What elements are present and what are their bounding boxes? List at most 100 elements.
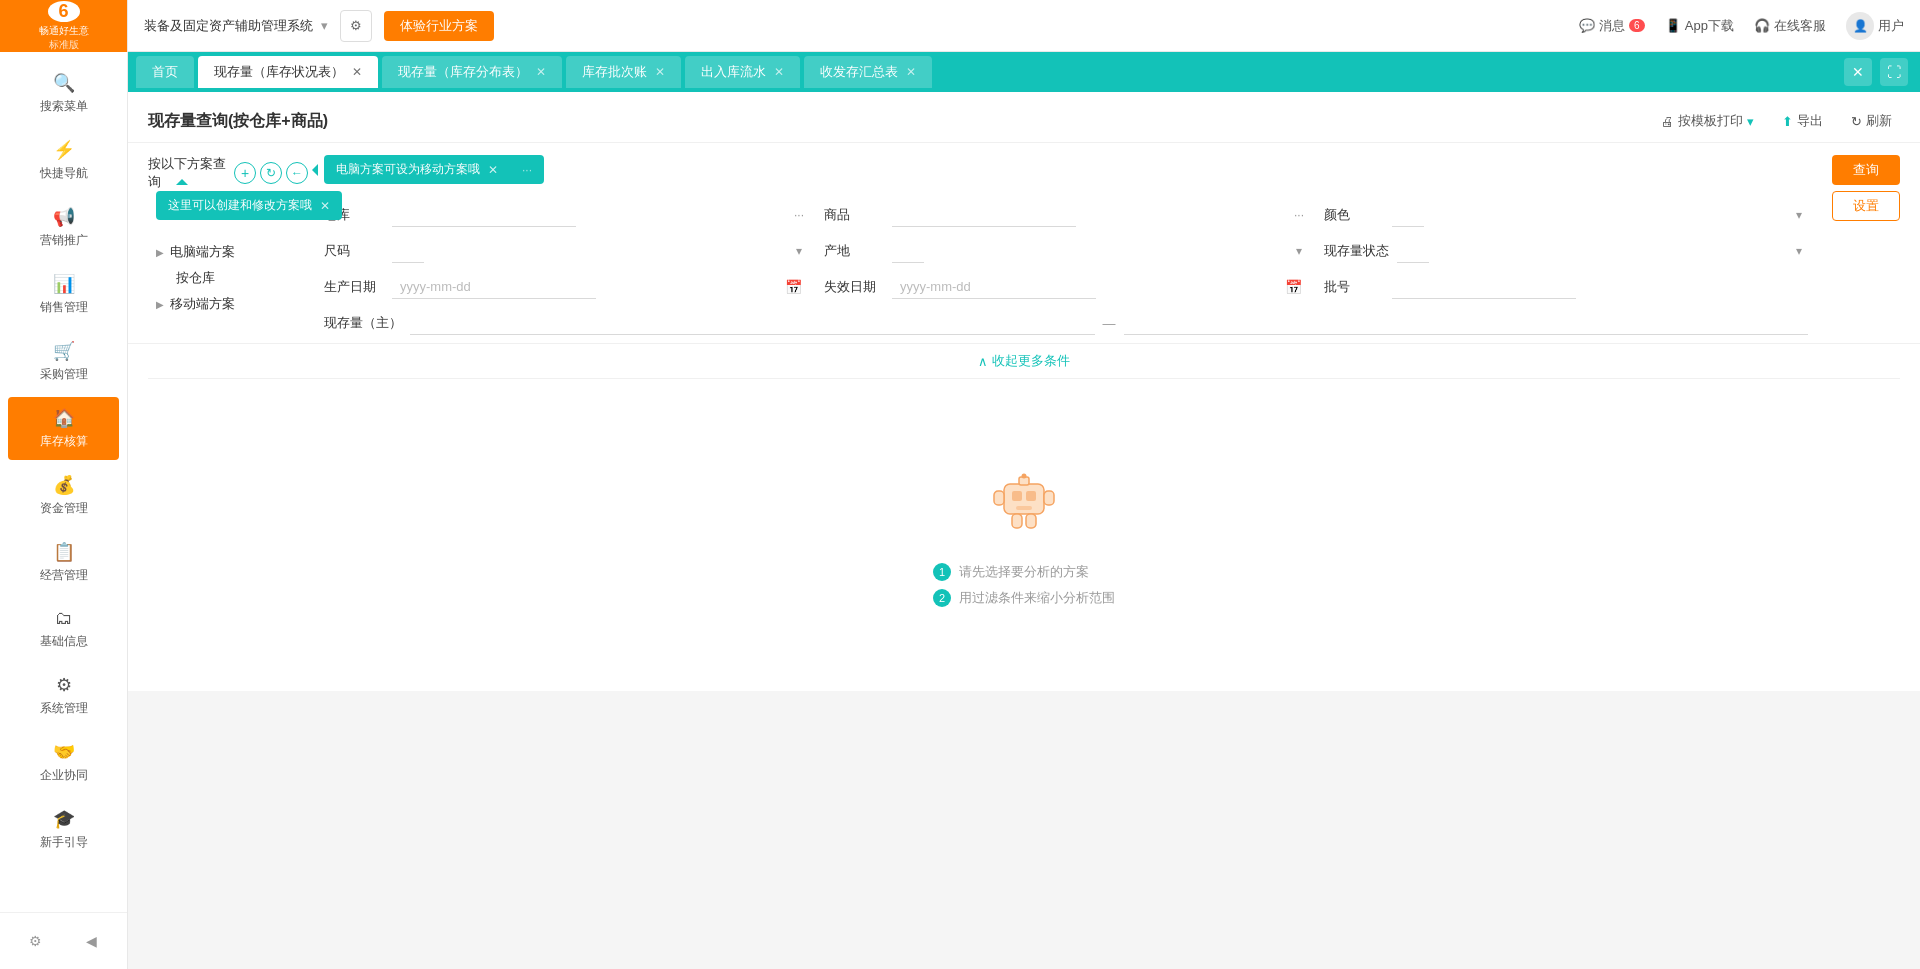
stock-status-select-wrap [1397, 239, 1808, 263]
export-btn[interactable]: ⬆ 导出 [1774, 108, 1831, 134]
scheme-pc[interactable]: ▶ 电脑端方案 [148, 239, 308, 265]
print-dropdown-icon: ▾ [1747, 114, 1754, 129]
warehouse-input[interactable] [392, 203, 576, 227]
settings-bottom-btn[interactable]: ⚙ [20, 925, 52, 957]
close-tab-inout[interactable]: ✕ [774, 65, 784, 79]
sidebar-item-sales[interactable]: 📊 销售管理 [8, 263, 119, 326]
tab-batch[interactable]: 库存批次账 ✕ [566, 56, 681, 88]
scheme-pc-children: 按仓库 [148, 265, 308, 291]
origin-select[interactable] [892, 239, 924, 263]
batch-input-wrap [1392, 275, 1808, 299]
svg-rect-7 [1044, 491, 1054, 505]
sidebar-item-purchase[interactable]: 🛒 采购管理 [8, 330, 119, 393]
sidebar-item-finance[interactable]: 💰 资金管理 [8, 464, 119, 527]
stock-main-dash: — [1103, 316, 1116, 331]
batch-input[interactable] [1392, 275, 1576, 299]
tab-inout-label: 出入库流水 [701, 63, 766, 81]
print-btn[interactable]: 🖨 按模板打印 ▾ [1653, 108, 1762, 134]
exp-date-input[interactable] [892, 275, 1096, 299]
prod-date-input[interactable] [392, 275, 596, 299]
add-scheme-btn[interactable]: + [234, 162, 256, 184]
search-btn[interactable]: 查询 [1832, 155, 1900, 185]
online-support-btn[interactable]: 🎧 在线客服 [1754, 17, 1826, 35]
reset-btn[interactable]: 设置 [1832, 191, 1900, 221]
empty-tip-1-text: 请先选择要分析的方案 [959, 559, 1089, 585]
sidebar-item-search-label: 搜索菜单 [40, 98, 88, 115]
stock-status-select[interactable] [1397, 239, 1429, 263]
exp-date-wrap: 📅 [892, 275, 1308, 299]
sidebar-item-search[interactable]: 🔍 搜索菜单 [8, 62, 119, 125]
sidebar-item-system-label: 系统管理 [40, 700, 88, 717]
sidebar-item-marketing[interactable]: 📢 营销推广 [8, 196, 119, 259]
field-exp-date: 失效日期 📅 [824, 275, 1308, 299]
refresh-scheme-btn[interactable]: ↻ [260, 162, 282, 184]
sidebar-item-system[interactable]: ⚙ 系统管理 [8, 664, 119, 727]
close-all-tabs-btn[interactable]: ✕ [1844, 58, 1872, 86]
tab-collection[interactable]: 收发存汇总表 ✕ [804, 56, 932, 88]
goods-input[interactable] [892, 203, 1076, 227]
scheme-mobile[interactable]: ▶ 移动端方案 [148, 291, 308, 317]
close-tab-inventory-status[interactable]: ✕ [352, 65, 362, 79]
user-profile-btn[interactable]: 👤 用户 [1846, 12, 1904, 40]
app-download-btn[interactable]: 📱 App下载 [1665, 17, 1734, 35]
sidebar-item-operations[interactable]: 📋 经营管理 [8, 531, 119, 594]
purchase-icon: 🛒 [53, 340, 75, 362]
user-avatar: 👤 [1846, 12, 1874, 40]
sidebar-item-guide[interactable]: 🎓 新手引导 [8, 798, 119, 861]
origin-select-wrap [892, 239, 1308, 263]
sidebar-item-cooperation[interactable]: 🤝 企业协同 [8, 731, 119, 794]
stock-main-input[interactable] [410, 311, 1095, 335]
tooltip-scheme-close[interactable]: ✕ [488, 163, 498, 177]
field-goods: 商品 ··· [824, 203, 1308, 227]
tooltip-edit-close[interactable]: ✕ [320, 199, 330, 213]
stock-main-end-input[interactable] [1124, 311, 1809, 335]
tooltip-edit-text: 这里可以创建和修改方案哦 [168, 197, 312, 214]
field-stock-status: 现存量状态 [1324, 239, 1808, 263]
goods-input-wrap: ··· [892, 203, 1308, 227]
app-badge: 标准版 [49, 38, 79, 52]
tab-inout[interactable]: 出入库流水 ✕ [685, 56, 800, 88]
tip-num-2: 2 [933, 589, 951, 607]
color-select[interactable] [1392, 203, 1424, 227]
scheme-column: 按以下方案查询 + ↻ ← 这里可以创建和修改方案哦 ✕ [148, 155, 308, 317]
sidebar-item-basic[interactable]: 🗂 基础信息 [8, 598, 119, 660]
size-select[interactable] [392, 239, 424, 263]
operations-icon: 📋 [53, 541, 75, 563]
tab-inventory-status[interactable]: 现存量（库存状况表） ✕ [198, 56, 378, 88]
sales-icon: 📊 [53, 273, 75, 295]
settings-gear-btn[interactable]: ⚙ [340, 10, 372, 42]
filter-section: 按以下方案查询 + ↻ ← 这里可以创建和修改方案哦 ✕ [128, 143, 1920, 343]
field-batch-label: 批号 [1324, 278, 1384, 296]
fields-row-1: 仓库 ··· 商品 ··· [324, 203, 1808, 227]
message-icon: 💬 [1579, 18, 1595, 33]
close-tab-batch[interactable]: ✕ [655, 65, 665, 79]
trial-btn[interactable]: 体验行业方案 [384, 11, 494, 41]
message-btn[interactable]: 💬 消息 6 [1579, 17, 1645, 35]
close-tab-collection[interactable]: ✕ [906, 65, 916, 79]
field-goods-label: 商品 [824, 206, 884, 224]
back-scheme-btn[interactable]: ← [286, 162, 308, 184]
tab-inventory-dist[interactable]: 现存量（库存分布表） ✕ [382, 56, 562, 88]
close-tab-inventory-dist[interactable]: ✕ [536, 65, 546, 79]
tab-inventory-status-label: 现存量（库存状况表） [214, 63, 344, 81]
sidebar-item-inventory[interactable]: 🏠 库存核算 [8, 397, 119, 460]
collapse-sidebar-btn[interactable]: ◀ [75, 925, 107, 957]
scheme-warehouse[interactable]: 按仓库 [168, 265, 308, 291]
collapse-btn[interactable]: ∧ 收起更多条件 [978, 352, 1070, 370]
refresh-btn[interactable]: ↻ 刷新 [1843, 108, 1900, 134]
sidebar-item-quicknav[interactable]: ⚡ 快捷导航 [8, 129, 119, 192]
field-color-label: 颜色 [1324, 206, 1384, 224]
sidebar-item-operations-label: 经营管理 [40, 567, 88, 584]
refresh-icon: ↻ [1851, 114, 1862, 129]
tab-home[interactable]: 首页 [136, 56, 194, 88]
user-label: 用户 [1878, 17, 1904, 35]
sidebar-item-quicknav-label: 快捷导航 [40, 165, 88, 182]
export-label: 导出 [1797, 112, 1823, 130]
scheme-tree: ▶ 电脑端方案 按仓库 ▶ 移动端方案 [148, 239, 308, 317]
collapse-icon: ∧ [978, 354, 988, 369]
marketing-icon: 📢 [53, 206, 75, 228]
empty-tip-2-text: 用过滤条件来缩小分析范围 [959, 585, 1115, 611]
cooperation-icon: 🤝 [53, 741, 75, 763]
maximize-btn[interactable]: ⛶ [1880, 58, 1908, 86]
sidebar-item-cooperation-label: 企业协同 [40, 767, 88, 784]
